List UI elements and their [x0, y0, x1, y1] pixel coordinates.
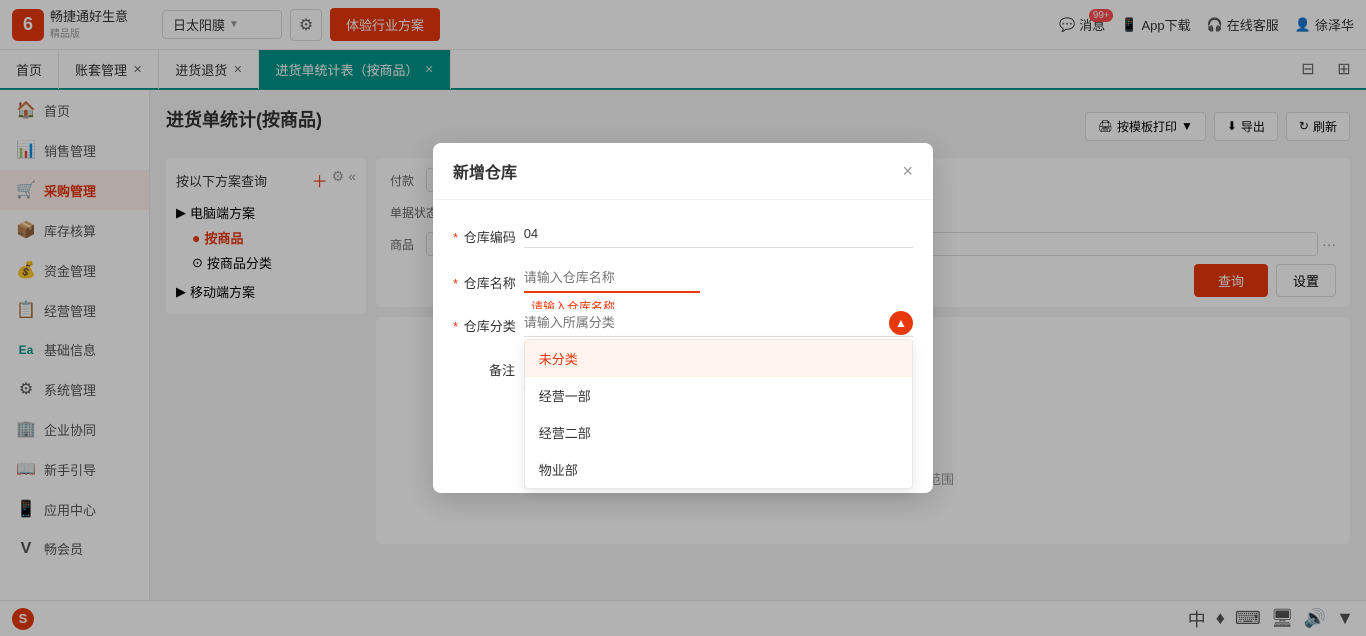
required-star3: *: [453, 319, 458, 334]
modal-body: * 仓库编码 * 仓库名称 请输入仓库名称 * 仓库分类: [433, 200, 933, 425]
warehouse-name-input[interactable]: [524, 264, 700, 293]
warehouse-category-input[interactable]: [524, 309, 913, 337]
warehouse-code-input[interactable]: [524, 220, 913, 248]
dropdown-item-uncategorized[interactable]: 未分类: [525, 340, 912, 377]
dropdown-item-dept1[interactable]: 经营一部: [525, 377, 912, 414]
dropdown-item-dept2[interactable]: 经营二部: [525, 414, 912, 451]
warehouse-category-label: * 仓库分类: [453, 309, 524, 335]
warehouse-category-row: * 仓库分类 ▲ 未分类 经营一部 经营二部 物业部: [453, 309, 913, 337]
warehouse-name-row: * 仓库名称 请输入仓库名称: [453, 264, 913, 293]
required-star: *: [453, 230, 458, 245]
warehouse-category-wrapper: ▲ 未分类 经营一部 经营二部 物业部: [524, 309, 913, 337]
warehouse-code-label: * 仓库编码: [453, 220, 524, 246]
new-warehouse-modal: 新增仓库 × * 仓库编码 * 仓库名称 请输入仓库名称 *: [433, 143, 933, 493]
modal-header: 新增仓库 ×: [433, 143, 933, 200]
warehouse-name-label: * 仓库名称: [453, 266, 524, 292]
required-star2: *: [453, 276, 458, 291]
category-dropdown-arrow[interactable]: ▲: [889, 311, 913, 335]
modal-title: 新增仓库: [453, 159, 517, 183]
modal-close-button[interactable]: ×: [902, 161, 913, 182]
warehouse-remark-label: 备注: [453, 353, 523, 379]
category-dropdown-list: 未分类 经营一部 经营二部 物业部: [524, 339, 913, 489]
dropdown-item-property[interactable]: 物业部: [525, 451, 912, 488]
warehouse-code-row: * 仓库编码: [453, 220, 913, 248]
